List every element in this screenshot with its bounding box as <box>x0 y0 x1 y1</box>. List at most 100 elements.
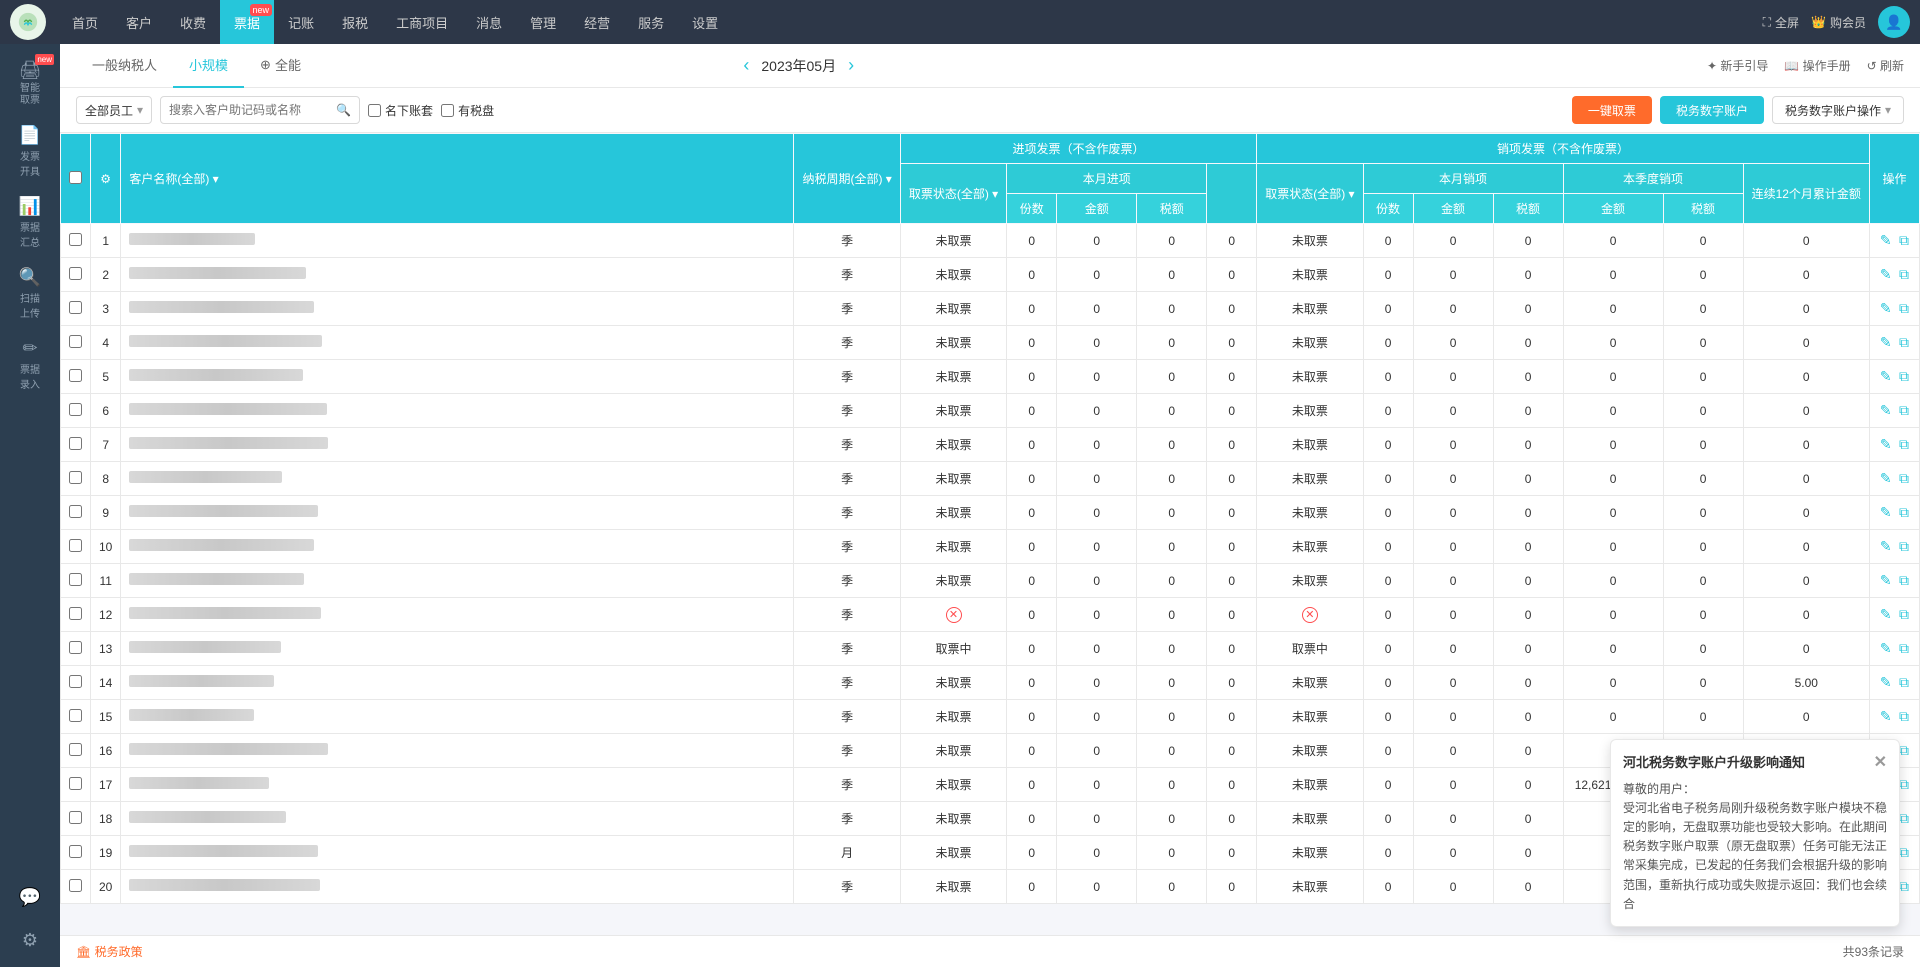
manual-btn[interactable]: 📖 操作手册 <box>1784 57 1850 74</box>
row-checkbox[interactable] <box>69 777 82 790</box>
tax-account-ops-btn[interactable]: 税务数字账户操作 ▾ <box>1772 96 1904 124</box>
row-checkbox[interactable] <box>69 335 82 348</box>
row-checkbox[interactable] <box>69 369 82 382</box>
copy-btn[interactable]: ⧉ <box>1897 502 1911 523</box>
sub-account-check[interactable] <box>368 104 381 117</box>
row-checkbox[interactable] <box>69 267 82 280</box>
edit-btn[interactable]: ✎ <box>1878 298 1894 319</box>
copy-btn[interactable]: ⧉ <box>1897 706 1911 727</box>
copy-btn[interactable]: ⧉ <box>1897 536 1911 557</box>
edit-btn[interactable]: ✎ <box>1878 672 1894 693</box>
sidebar-item-scan[interactable]: 🔍 扫描上传 <box>2 259 58 328</box>
edit-btn[interactable]: ✎ <box>1878 536 1894 557</box>
tax-disk-checkbox[interactable]: 有税盘 <box>441 102 494 119</box>
sidebar-bottom-1[interactable]: 💬 <box>2 879 58 916</box>
edit-btn[interactable]: ✎ <box>1878 570 1894 591</box>
row-checkbox[interactable] <box>69 233 82 246</box>
edit-btn[interactable]: ✎ <box>1878 706 1894 727</box>
row-checkbox[interactable] <box>69 437 82 450</box>
nav-item-settings[interactable]: 设置 <box>678 0 732 44</box>
notification-close-btn[interactable]: ✕ <box>1874 752 1887 772</box>
row-checkbox[interactable] <box>69 743 82 756</box>
in-extra: 0 <box>1207 632 1257 666</box>
edit-btn[interactable]: ✎ <box>1878 434 1894 455</box>
refresh-btn[interactable]: ↺ 刷新 <box>1867 57 1904 74</box>
row-checkbox[interactable] <box>69 675 82 688</box>
nav-item-operation[interactable]: 经营 <box>570 0 624 44</box>
copy-btn[interactable]: ⧉ <box>1897 332 1911 353</box>
row-checkbox[interactable] <box>69 539 82 552</box>
member-btn[interactable]: 👑 购会员 <box>1811 14 1866 31</box>
new-guide-btn[interactable]: ✦ 新手引导 <box>1707 57 1768 74</box>
sub-account-checkbox[interactable]: 名下账套 <box>368 102 433 119</box>
tab-general[interactable]: 一般纳税人 <box>76 44 173 88</box>
edit-btn[interactable]: ✎ <box>1878 604 1894 625</box>
row-checkbox[interactable] <box>69 573 82 586</box>
tax-account-btn[interactable]: 税务数字账户 <box>1660 96 1764 124</box>
fullscreen-btn[interactable]: ⛶ 全屏 <box>1763 14 1799 31</box>
nav-item-message[interactable]: 消息 <box>462 0 516 44</box>
edit-btn[interactable]: ✎ <box>1878 264 1894 285</box>
copy-btn[interactable]: ⧉ <box>1897 366 1911 387</box>
row-checkbox[interactable] <box>69 879 82 892</box>
one-click-btn[interactable]: 一键取票 <box>1572 96 1652 124</box>
row-checkbox[interactable] <box>69 811 82 824</box>
edit-btn[interactable]: ✎ <box>1878 230 1894 251</box>
row-checkbox[interactable] <box>69 471 82 484</box>
copy-btn[interactable]: ⧉ <box>1897 230 1911 251</box>
avatar[interactable]: 👤 <box>1878 6 1910 38</box>
select-all-checkbox[interactable] <box>69 171 82 184</box>
edit-btn[interactable]: ✎ <box>1878 400 1894 421</box>
edit-btn[interactable]: ✎ <box>1878 332 1894 353</box>
row-checkbox[interactable] <box>69 301 82 314</box>
nav-item-billing[interactable]: 收费 <box>166 0 220 44</box>
copy-btn[interactable]: ⧉ <box>1897 638 1911 659</box>
sidebar-item-summary[interactable]: 📊 票据汇总 <box>2 188 58 257</box>
nav-item-tax[interactable]: 报税 <box>328 0 382 44</box>
tab-small[interactable]: 小规模 <box>173 44 244 88</box>
sidebar-item-entry[interactable]: ✏ 票据录入 <box>2 330 58 399</box>
row-checkbox[interactable] <box>69 505 82 518</box>
search-input[interactable] <box>169 103 332 117</box>
row-actions: ✎ ⧉ <box>1869 394 1919 428</box>
employee-select[interactable]: 全部员工 ▾ <box>76 96 152 124</box>
nav-item-invoice[interactable]: 票据 new <box>220 0 274 44</box>
nav-item-service[interactable]: 服务 <box>624 0 678 44</box>
tax-policy-link[interactable]: 🏛 税务政策 <box>76 943 143 960</box>
copy-btn[interactable]: ⧉ <box>1897 672 1911 693</box>
edit-btn[interactable]: ✎ <box>1878 638 1894 659</box>
edit-btn[interactable]: ✎ <box>1878 366 1894 387</box>
edit-btn[interactable]: ✎ <box>1878 502 1894 523</box>
copy-btn[interactable]: ⧉ <box>1897 434 1911 455</box>
search-icon[interactable]: 🔍 <box>336 103 351 117</box>
row-checkbox[interactable] <box>69 709 82 722</box>
row-checkbox[interactable] <box>69 607 82 620</box>
settings-icon[interactable]: ⚙ <box>100 172 111 186</box>
out-status-cell: 未取票 <box>1257 462 1363 496</box>
edit-btn[interactable]: ✎ <box>1878 468 1894 489</box>
sidebar-item-smart-ticket[interactable]: 🖨 智能取票 new <box>2 52 58 115</box>
nav-item-manage[interactable]: 管理 <box>516 0 570 44</box>
sidebar-item-open-invoice[interactable]: 📄 发票开具 <box>2 117 58 186</box>
row-checkbox[interactable] <box>69 641 82 654</box>
row-checkbox[interactable] <box>69 403 82 416</box>
out-status: 未取票 <box>1292 506 1328 520</box>
nav-item-customer[interactable]: 客户 <box>112 0 166 44</box>
tab-all[interactable]: ⊕ 全能 <box>244 44 317 88</box>
copy-btn[interactable]: ⧉ <box>1897 400 1911 421</box>
tax-disk-check[interactable] <box>441 104 454 117</box>
nav-item-accounting[interactable]: 记账 <box>274 0 328 44</box>
copy-btn[interactable]: ⧉ <box>1897 570 1911 591</box>
row-checkbox[interactable] <box>69 845 82 858</box>
sidebar-bottom-2[interactable]: ⚙ <box>2 922 58 959</box>
out-amount: 0 <box>1413 360 1493 394</box>
nav-item-business[interactable]: 工商项目 <box>382 0 462 44</box>
copy-btn[interactable]: ⧉ <box>1897 298 1911 319</box>
copy-btn[interactable]: ⧉ <box>1897 604 1911 625</box>
copy-btn[interactable]: ⧉ <box>1897 264 1911 285</box>
sidebar: 🖨 智能取票 new 📄 发票开具 📊 票据汇总 🔍 扫描上传 ✏ 票据录入 💬… <box>0 44 60 967</box>
period-next-btn[interactable]: › <box>848 55 854 76</box>
period-prev-btn[interactable]: ‹ <box>743 55 749 76</box>
nav-item-home[interactable]: 首页 <box>58 0 112 44</box>
copy-btn[interactable]: ⧉ <box>1897 468 1911 489</box>
